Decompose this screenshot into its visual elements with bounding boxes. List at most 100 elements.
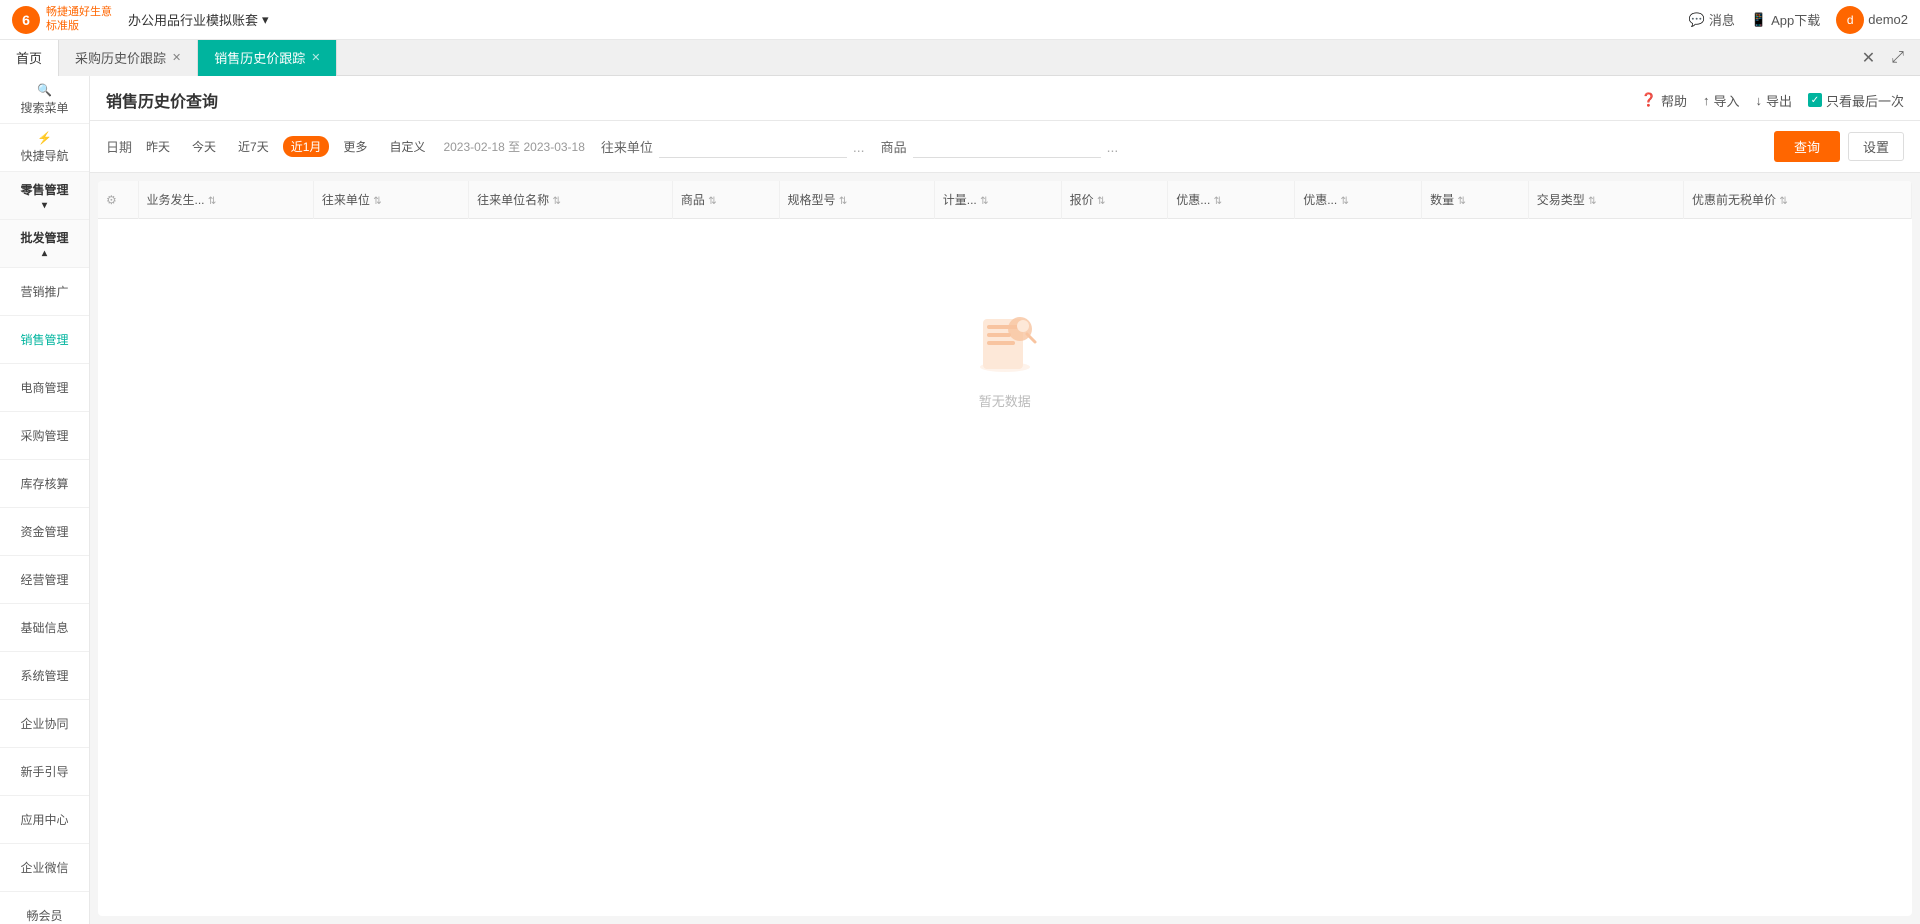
only-last-checkbox[interactable]: ✓ [1808, 93, 1822, 107]
th-spec[interactable]: 规格型号 ⇅ [779, 181, 934, 219]
logo-name: 畅捷通好生意 [46, 6, 112, 19]
settings-icon[interactable]: ⚙ [106, 193, 117, 207]
sidebar-search-label: 搜索菜单 [20, 99, 68, 116]
partner-label: 往来单位 [601, 137, 653, 156]
th-discount1[interactable]: 优惠... ⇅ [1168, 181, 1295, 219]
query-btn[interactable]: 查询 [1774, 131, 1840, 162]
th-discount2-label: 优惠... [1303, 193, 1337, 207]
tab-sales[interactable]: 销售历史价跟踪 ✕ [198, 40, 337, 76]
logo-icon: 6 [12, 6, 40, 34]
date-custom-btn[interactable]: 自定义 [381, 136, 433, 157]
partner-filter-group: 往来单位 ... [601, 136, 865, 158]
sidebar-item-finance[interactable]: 资金管理 [0, 508, 89, 556]
expand-btn[interactable]: ⤢ [1887, 45, 1908, 71]
date-1month-btn[interactable]: 近1月 [283, 136, 330, 157]
th-date[interactable]: 业务发生... ⇅ [138, 181, 313, 219]
sidebar-item-wechat[interactable]: 企业微信 [0, 844, 89, 892]
product-dots[interactable]: ... [1107, 139, 1119, 155]
tabbar: 首页 采购历史价跟踪 ✕ 销售历史价跟踪 ✕ ✕ ⤢ [0, 40, 1920, 76]
partner-input[interactable] [659, 136, 847, 158]
sidebar-item-member[interactable]: 畅会员 [0, 892, 89, 924]
th-qty[interactable]: 数量 ⇅ [1422, 181, 1529, 219]
sidebar-item-quick[interactable]: ⚡ 快捷导航 [0, 124, 89, 172]
sidebar-item-app-center[interactable]: 应用中心 [0, 796, 89, 844]
th-partner-name[interactable]: 往来单位名称 ⇅ [469, 181, 673, 219]
sidebar-item-system[interactable]: 系统管理 [0, 652, 89, 700]
close-all-btn[interactable]: ✕ [1858, 44, 1879, 72]
date-today-btn[interactable]: 今天 [184, 136, 224, 157]
th-unit[interactable]: 计量... ⇅ [934, 181, 1061, 219]
sort-icon: ⇅ [1457, 196, 1465, 207]
sidebar-retail-label: 零售管理 [20, 181, 68, 198]
only-last-checkbox-label[interactable]: ✓ 只看最后一次 [1808, 91, 1904, 110]
logo-area: 6 畅捷通好生意 标准版 [12, 6, 112, 34]
export-btn[interactable]: ↓ 导出 [1755, 91, 1792, 110]
tab-sales-close[interactable]: ✕ [311, 51, 320, 64]
th-discount2[interactable]: 优惠... ⇅ [1295, 181, 1422, 219]
import-icon: ↑ [1703, 93, 1710, 108]
message-btn[interactable]: 💬 消息 [1689, 10, 1735, 29]
tab-home[interactable]: 首页 [0, 40, 59, 76]
chevron-up-icon: ▴ [42, 248, 47, 259]
sidebar-item-operation[interactable]: 经营管理 [0, 556, 89, 604]
sidebar-system-label: 系统管理 [20, 667, 68, 684]
sidebar-marketing-label: 营销推广 [20, 283, 68, 300]
partner-dots[interactable]: ... [853, 139, 865, 155]
th-trade-type[interactable]: 交易类型 ⇅ [1528, 181, 1683, 219]
sort-icon: ⇅ [1588, 196, 1596, 207]
tab-purchase-close[interactable]: ✕ [172, 51, 181, 64]
sidebar-item-sales-mgmt[interactable]: 销售管理 [0, 316, 89, 364]
sidebar-item-guide[interactable]: 新手引导 [0, 748, 89, 796]
app-selector[interactable]: 办公用品行业模拟账套 ▾ [120, 6, 277, 33]
sidebar-item-basic[interactable]: 基础信息 [0, 604, 89, 652]
sidebar-item-search[interactable]: 🔍 搜索菜单 [0, 76, 89, 124]
date-7days-btn[interactable]: 近7天 [230, 136, 277, 157]
sort-icon: ⇅ [980, 196, 988, 207]
page-title: 销售历史价查询 [106, 88, 218, 112]
sort-icon: ⇅ [208, 196, 216, 207]
import-btn[interactable]: ↑ 导入 [1703, 91, 1740, 110]
download-btn[interactable]: 📱 App下载 [1751, 10, 1820, 29]
th-qty-label: 数量 [1430, 193, 1454, 207]
sidebar-item-ecommerce[interactable]: 电商管理 [0, 364, 89, 412]
empty-state: 暂无数据 [98, 219, 1912, 490]
th-pretax-price[interactable]: 优惠前无税单价 ⇅ [1683, 181, 1911, 219]
sidebar-item-wholesale[interactable]: 批发管理 ▴ [0, 220, 89, 268]
date-more-btn[interactable]: 更多 [335, 136, 375, 157]
filter-bar: 日期 昨天 今天 近7天 近1月 更多 自定义 2023-02-18 至 202… [90, 121, 1920, 173]
date-label: 日期 [106, 137, 132, 156]
th-price[interactable]: 报价 ⇅ [1061, 181, 1168, 219]
avatar: d [1836, 6, 1864, 34]
product-filter-group: 商品 ... [881, 136, 1119, 158]
table-settings-th[interactable]: ⚙ [98, 181, 138, 219]
filter-actions: 查询 设置 [1774, 131, 1904, 162]
message-icon: 💬 [1689, 12, 1705, 28]
sidebar-item-purchase[interactable]: 采购管理 [0, 412, 89, 460]
help-btn[interactable]: ❓ 帮助 [1641, 91, 1687, 110]
table-container: ⚙ 业务发生... ⇅ 往来单位 ⇅ 往来单位名称 ⇅ [98, 181, 1912, 916]
topbar-right: 💬 消息 📱 App下载 d demo2 [1689, 6, 1908, 34]
th-product-label: 商品 [681, 193, 705, 207]
date-yesterday-btn[interactable]: 昨天 [138, 136, 178, 157]
date-filter-group: 日期 昨天 今天 近7天 近1月 更多 自定义 2023-02-18 至 202… [106, 136, 585, 157]
tab-purchase[interactable]: 采购历史价跟踪 ✕ [59, 40, 198, 76]
sidebar-guide-label: 新手引导 [20, 763, 68, 780]
tab-home-label: 首页 [16, 48, 42, 67]
sidebar-item-collab[interactable]: 企业协同 [0, 700, 89, 748]
th-product[interactable]: 商品 ⇅ [672, 181, 779, 219]
page-header: 销售历史价查询 ❓ 帮助 ↑ 导入 ↓ 导出 ✓ 只看最后一次 [90, 76, 1920, 121]
th-partner-code[interactable]: 往来单位 ⇅ [313, 181, 468, 219]
product-input[interactable] [913, 136, 1101, 158]
sidebar-app-center-label: 应用中心 [20, 811, 68, 828]
empty-icon [965, 299, 1045, 379]
sort-icon: ⇅ [1214, 196, 1222, 207]
user-btn[interactable]: d demo2 [1836, 6, 1908, 34]
sidebar-item-inventory[interactable]: 库存核算 [0, 460, 89, 508]
sidebar-item-marketing[interactable]: 营销推广 [0, 268, 89, 316]
sidebar-item-retail[interactable]: 零售管理 ▾ [0, 172, 89, 220]
tab-purchase-label: 采购历史价跟踪 [75, 48, 166, 67]
th-date-label: 业务发生... [147, 193, 205, 207]
settings-btn[interactable]: 设置 [1848, 132, 1904, 161]
sidebar-basic-label: 基础信息 [20, 619, 68, 636]
search-icon: 🔍 [37, 83, 52, 97]
